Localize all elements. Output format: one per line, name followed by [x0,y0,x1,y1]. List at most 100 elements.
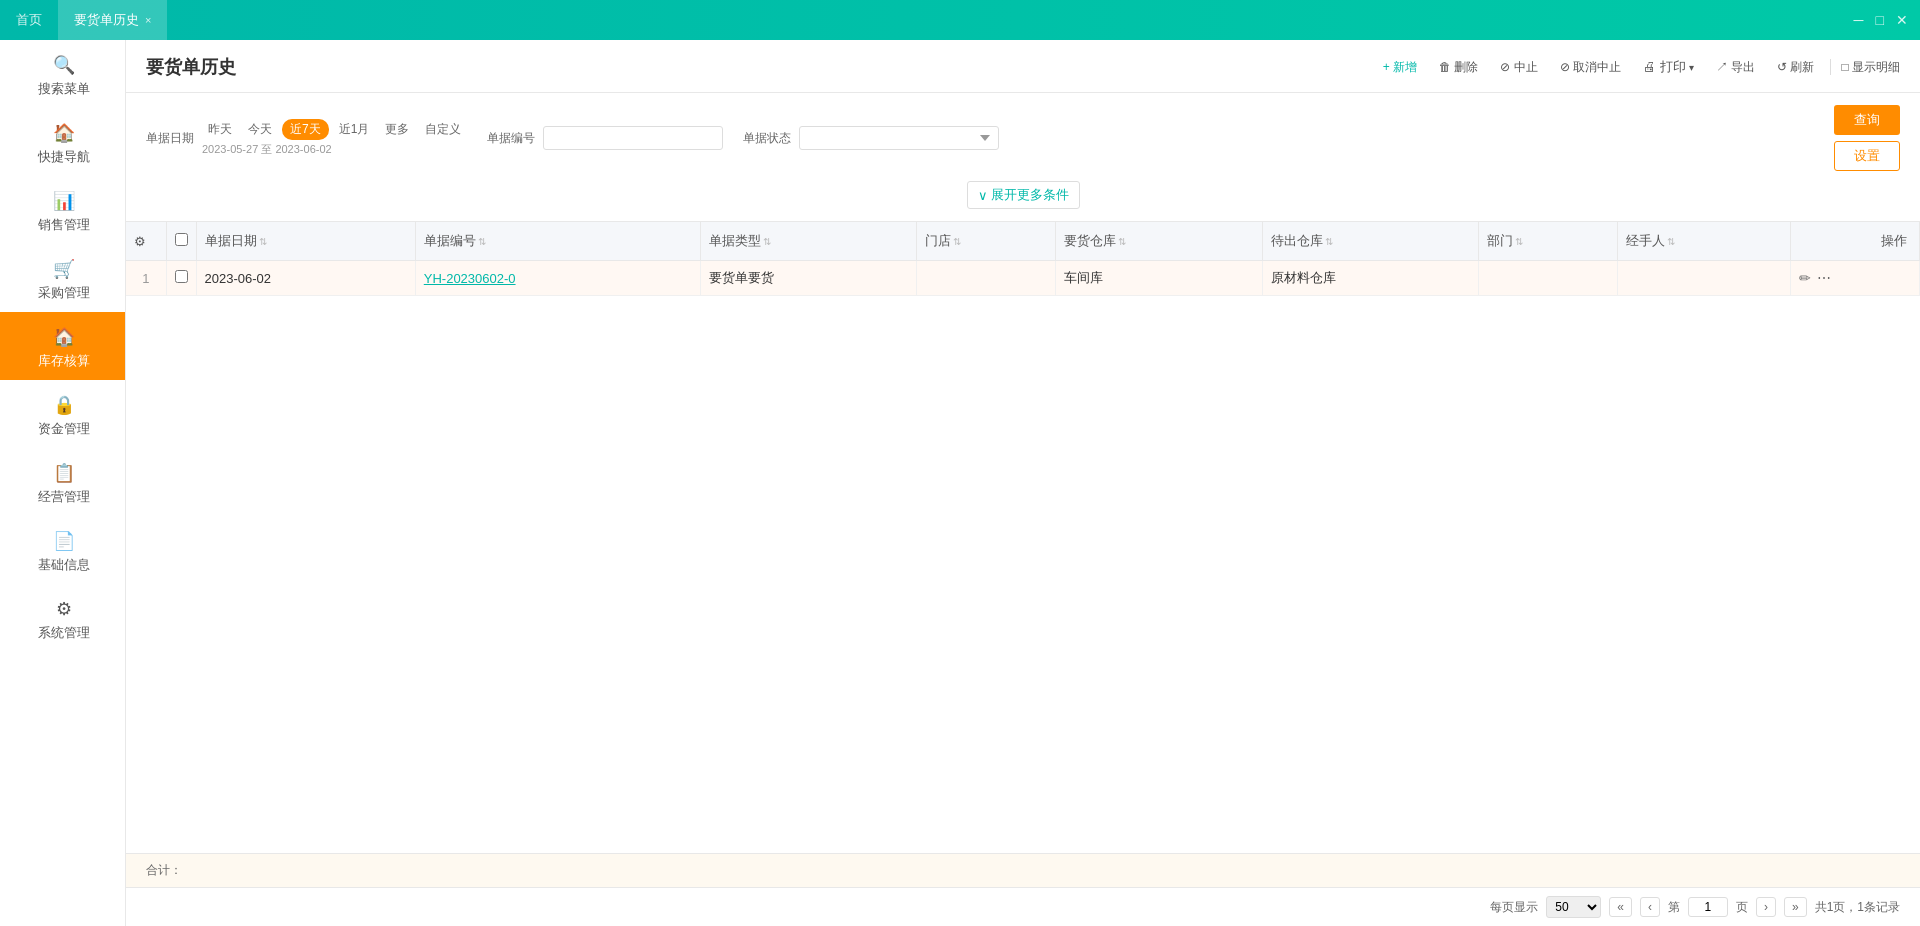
toolbar: + 新增 🗑 删除 ⊘ 中止 ⊘ 取消中止 🖨 打印 ▾ ↗ 导出 ↺ 刷新 □… [1377,54,1900,80]
col-date: 单据日期⇅ [196,222,415,261]
content-area: 要货单历史 + 新增 🗑 删除 ⊘ 中止 ⊘ 取消中止 🖨 打印 ▾ ↗ 导出 … [126,40,1920,926]
col-operations: 操作 [1791,222,1920,261]
last-page-button[interactable]: » [1784,897,1807,917]
sort-bill-type-icon[interactable]: ⇅ [763,236,771,247]
data-table: ⚙ 单据日期⇅ 单据编号⇅ 单据类型⇅ [126,222,1920,296]
date-range-text: 2023-05-27 至 2023-06-02 [202,142,467,157]
expand-down-icon: ∨ [978,188,988,203]
sidebar: 🔍 搜索菜单 🏠 快捷导航 📊 销售管理 🛒 采购管理 🏠 库存核算 🔒 资金管… [0,40,126,926]
row-checkbox[interactable] [175,270,188,283]
per-page-select[interactable]: 50 [1546,896,1601,918]
main-layout: 🔍 搜索菜单 🏠 快捷导航 📊 销售管理 🛒 采购管理 🏠 库存核算 🔒 资金管… [0,40,1920,926]
print-dropdown-icon[interactable]: ▾ [1689,62,1694,73]
summary-label: 合计： [146,862,182,879]
new-button[interactable]: + 新增 [1377,55,1423,80]
summary-bar: 合计： [126,853,1920,887]
col-checkbox [166,222,196,261]
home-icon: 🏠 [53,122,75,144]
prev-page-button[interactable]: ‹ [1640,897,1660,917]
tab-close-icon[interactable]: × [145,14,151,26]
table-header-row: ⚙ 单据日期⇅ 单据编号⇅ 单据类型⇅ [126,222,1920,261]
finance-icon: 🔒 [53,394,75,416]
col-dept: 部门⇅ [1478,222,1617,261]
date-btn-more[interactable]: 更多 [379,119,415,140]
row-store [916,261,1055,296]
sort-handler-icon[interactable]: ⇅ [1667,236,1675,247]
sort-req-warehouse-icon[interactable]: ⇅ [1118,236,1126,247]
sidebar-item-sales[interactable]: 📊 销售管理 [0,176,125,244]
action-buttons: 查询 设置 [1834,105,1900,171]
filter-row: 单据日期 昨天 今天 近7天 近1月 更多 自定义 2023-05-27 至 2… [146,105,1900,171]
first-page-button[interactable]: « [1609,897,1632,917]
operation-icon: 📋 [53,462,75,484]
date-btn-today[interactable]: 今天 [242,119,278,140]
col-settings[interactable]: ⚙ [126,222,166,261]
tab-home[interactable]: 首页 [0,0,58,40]
sidebar-item-finance[interactable]: 🔒 资金管理 [0,380,125,448]
row-bill-type: 要货单要货 [701,261,916,296]
basic-icon: 📄 [53,530,75,552]
display-detail-button[interactable]: □ 显示明细 [1841,59,1900,76]
query-button[interactable]: 查询 [1834,105,1900,135]
col-req-warehouse: 要货仓库⇅ [1055,222,1262,261]
sidebar-item-search[interactable]: 🔍 搜索菜单 [0,40,125,108]
maximize-icon[interactable]: □ [1876,12,1884,28]
sort-out-warehouse-icon[interactable]: ⇅ [1325,236,1333,247]
sidebar-item-purchase[interactable]: 🛒 采购管理 [0,244,125,312]
date-btn-1month[interactable]: 近1月 [333,119,376,140]
row-num: 1 [126,261,166,296]
bill-status-select[interactable] [799,126,999,150]
sales-icon: 📊 [53,190,75,212]
close-icon[interactable]: ✕ [1896,12,1908,28]
row-out-warehouse: 原材料仓库 [1263,261,1478,296]
cancel-stop-button[interactable]: ⊘ 取消中止 [1554,55,1627,80]
row-req-warehouse: 车间库 [1055,261,1262,296]
page-title: 要货单历史 [146,55,236,79]
select-all-checkbox[interactable] [175,233,188,246]
refresh-button[interactable]: ↺ 刷新 [1771,55,1820,80]
settings-button[interactable]: 设置 [1834,141,1900,171]
settings-col-icon[interactable]: ⚙ [134,234,146,249]
date-btn-7days[interactable]: 近7天 [282,119,329,140]
table-row: 1 2023-06-02 YH-20230602-0 要货单要货 车间库 原材料… [126,261,1920,296]
bill-no-link[interactable]: YH-20230602-0 [424,271,516,286]
print-button[interactable]: 🖨 打印 ▾ [1637,54,1700,80]
sort-date-icon[interactable]: ⇅ [259,236,267,247]
bill-no-label: 单据编号 [487,130,535,147]
page-input[interactable] [1688,897,1728,917]
date-btn-custom[interactable]: 自定义 [419,119,467,140]
sidebar-item-basic[interactable]: 📄 基础信息 [0,516,125,584]
bill-no-filter-group: 单据编号 [487,126,723,150]
date-btn-yesterday[interactable]: 昨天 [202,119,238,140]
col-bill-no: 单据编号⇅ [415,222,701,261]
bill-status-label: 单据状态 [743,130,791,147]
expand-row: ∨ 展开更多条件 [146,181,1900,209]
sort-dept-icon[interactable]: ⇅ [1515,236,1523,247]
more-icon[interactable]: ⋯ [1817,270,1831,286]
stop-button[interactable]: ⊘ 中止 [1494,55,1543,80]
sort-store-icon[interactable]: ⇅ [953,236,961,247]
sidebar-item-system[interactable]: ⚙ 系统管理 [0,584,125,652]
purchase-icon: 🛒 [53,258,75,280]
toolbar-separator [1830,59,1831,75]
sort-bill-no-icon[interactable]: ⇅ [478,236,486,247]
per-page-label: 每页显示 [1490,899,1538,916]
next-page-button[interactable]: › [1756,897,1776,917]
bill-no-input[interactable] [543,126,723,150]
expand-more-button[interactable]: ∨ 展开更多条件 [967,181,1080,209]
edit-icon[interactable]: ✏ [1799,270,1811,286]
col-out-warehouse: 待出仓库⇅ [1263,222,1478,261]
sidebar-item-inventory[interactable]: 🏠 库存核算 [0,312,125,380]
page-suffix: 页 [1736,899,1748,916]
tab-history[interactable]: 要货单历史 × [58,0,167,40]
sidebar-item-quicknav[interactable]: 🏠 快捷导航 [0,108,125,176]
filter-area: 单据日期 昨天 今天 近7天 近1月 更多 自定义 2023-05-27 至 2… [126,93,1920,222]
row-bill-no[interactable]: YH-20230602-0 [415,261,701,296]
export-button[interactable]: ↗ 导出 [1710,55,1761,80]
sidebar-item-operation[interactable]: 📋 经营管理 [0,448,125,516]
total-info: 共1页，1条记录 [1815,899,1900,916]
minimize-icon[interactable]: ─ [1854,12,1864,28]
delete-button[interactable]: 🗑 删除 [1433,55,1484,80]
tab-list: 首页 要货单历史 × [0,0,167,40]
date-filter-group: 单据日期 昨天 今天 近7天 近1月 更多 自定义 2023-05-27 至 2… [146,119,467,157]
